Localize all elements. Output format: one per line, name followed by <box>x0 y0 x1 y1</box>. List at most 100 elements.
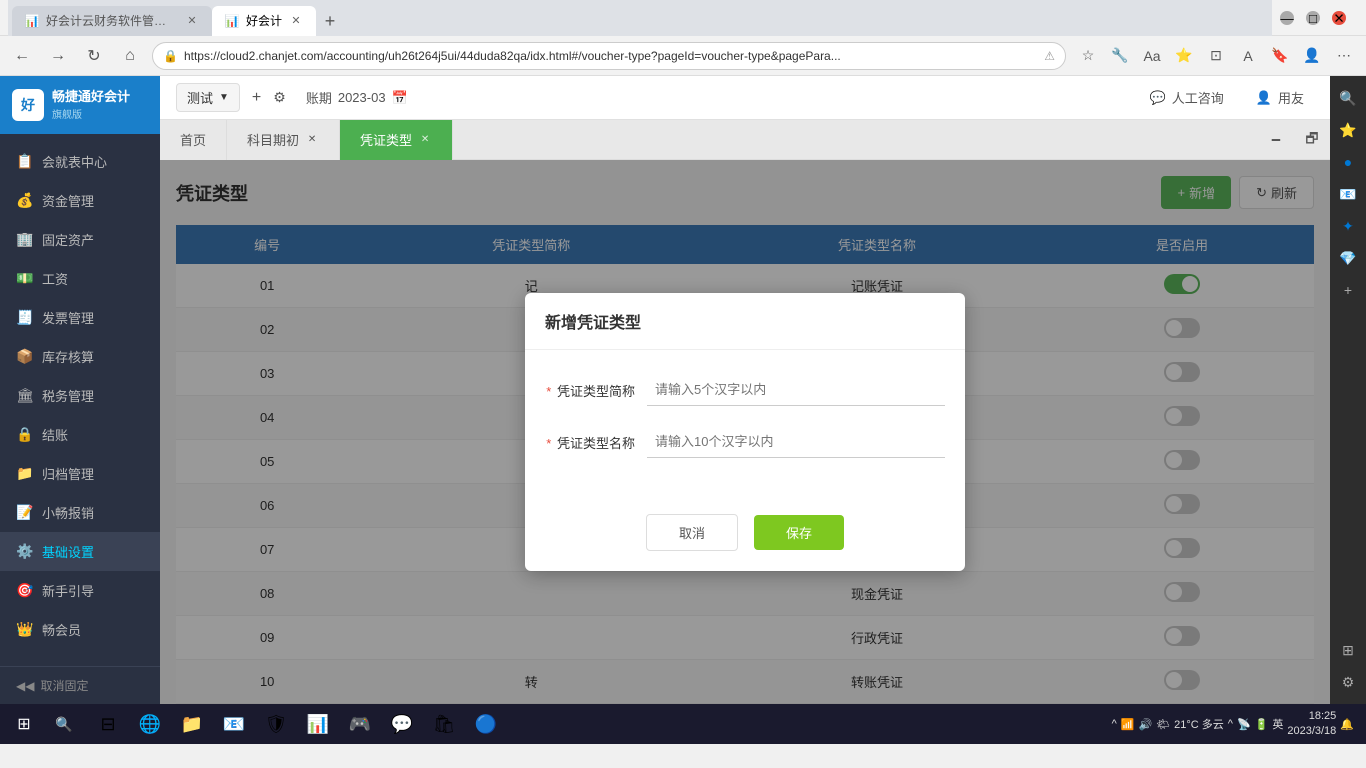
right-add-icon[interactable]: + <box>1334 276 1362 304</box>
taskbar-wechat[interactable]: 💬 <box>382 704 422 744</box>
collections-icon[interactable]: 🔖 <box>1266 42 1294 70</box>
tab-subject[interactable]: 科目期初 ✕ <box>227 120 340 160</box>
back-button[interactable]: ← <box>8 42 36 70</box>
sidebar: 好 畅捷通好会计 旗舰版 📋 会就表中心 💰 资金管理 🏢 固定资产 💵 工资 <box>0 76 160 704</box>
sidebar-item-asset[interactable]: 💰 资金管理 <box>0 181 160 220</box>
taskbar-game[interactable]: 🎮 <box>340 704 380 744</box>
tab-maximize-button[interactable]: 🗗 <box>1294 120 1330 160</box>
tray-network-icon: 📶 <box>1121 718 1135 731</box>
tab-home[interactable]: 首页 <box>160 120 227 160</box>
sidebar-item-salary[interactable]: 💵 工资 <box>0 259 160 298</box>
close-window-button[interactable]: ✕ <box>1332 11 1346 25</box>
sidebar-item-close[interactable]: 🔒 结账 <box>0 415 160 454</box>
right-copilot-icon[interactable]: ✦ <box>1334 212 1362 240</box>
taskbar-explorer[interactable]: 📁 <box>172 704 212 744</box>
dropdown-icon: ▼ <box>219 92 229 103</box>
taskbar-task-view[interactable]: ⊟ <box>88 704 128 744</box>
favorites-icon[interactable]: ☆ <box>1074 42 1102 70</box>
settings-header-icon[interactable]: ⚙ <box>273 89 286 106</box>
taskbar-search[interactable]: 🔍 <box>46 706 82 742</box>
sidebar-item-invoice[interactable]: 🧾 发票管理 <box>0 298 160 337</box>
app-header: 测试 ▼ + ⚙ 账期 2023-03 📅 💬 人工咨询 👤 用友 <box>160 76 1330 120</box>
add-voucher-type-modal: 新增凭证类型 * 凭证类型简称 * 凭证类型名称 <box>525 293 965 571</box>
minimize-button[interactable]: — <box>1280 11 1294 25</box>
tab1-title: 好会计云财务软件管理系统_会计 <box>46 12 178 29</box>
translate-icon[interactable]: A <box>1234 42 1262 70</box>
tab-bar: 📊 好会计云财务软件管理系统_会计 ✕ 📊 好会计 ✕ + <box>8 0 1272 36</box>
taskbar-store[interactable]: 🛍 <box>424 704 464 744</box>
right-gem-icon[interactable]: 💎 <box>1334 244 1362 272</box>
tray-weather-icon: 🌤 <box>1156 718 1170 731</box>
browser-tab-2[interactable]: 📊 好会计 ✕ <box>212 6 316 36</box>
company-selector[interactable]: 测试 ▼ <box>176 83 240 112</box>
taskbar-office[interactable]: 📊 <box>298 704 338 744</box>
browser-tab-1[interactable]: 📊 好会计云财务软件管理系统_会计 ✕ <box>12 6 212 36</box>
right-gear-icon[interactable]: ⚙ <box>1334 668 1362 696</box>
extension3-icon[interactable]: ⭐ <box>1170 42 1198 70</box>
tray-chevron-up[interactable]: ^ <box>1228 718 1233 730</box>
tray-chevron[interactable]: ^ <box>1112 718 1117 730</box>
content-area: 凭证类型 + 新增 ↻ 刷新 <box>160 160 1330 704</box>
sidebar-item-guide[interactable]: 🎯 新手引导 <box>0 571 160 610</box>
sidebar-item-dashboard[interactable]: 📋 会就表中心 <box>0 142 160 181</box>
report-icon: 📝 <box>16 504 34 522</box>
tab-voucher-type-close[interactable]: ✕ <box>418 133 432 147</box>
url-bar[interactable]: 🔒 https://cloud2.chanjet.com/accounting/… <box>152 42 1066 70</box>
tab-subject-label: 科目期初 <box>247 130 299 149</box>
field-short-label: * 凭证类型简称 <box>545 381 635 400</box>
taskbar-chrome[interactable]: 🌐 <box>130 704 170 744</box>
settings-browser-icon[interactable]: ⋯ <box>1330 42 1358 70</box>
inventory-icon: 📦 <box>16 348 34 366</box>
right-search-icon[interactable]: 🔍 <box>1334 84 1362 112</box>
home-button[interactable]: ⌂ <box>116 42 144 70</box>
sidebar-item-fixed[interactable]: 🏢 固定资产 <box>0 220 160 259</box>
maximize-button[interactable]: □ <box>1306 11 1320 25</box>
taskbar-edge[interactable]: 🔵 <box>466 704 506 744</box>
taskbar-defender[interactable]: 🛡 <box>256 704 296 744</box>
notification-icon[interactable]: 🔔 <box>1340 718 1354 731</box>
tab-minimize-button[interactable]: 🗕 <box>1258 120 1294 160</box>
extension1-icon[interactable]: 🔧 <box>1106 42 1134 70</box>
add-company-button[interactable]: + <box>252 89 261 107</box>
field-name-input[interactable] <box>647 426 945 458</box>
field-short-input[interactable] <box>647 374 945 406</box>
sidebar-logo-text: 畅捷通好会计 <box>52 89 130 106</box>
archive-icon: 📁 <box>16 465 34 483</box>
app-wrapper: 好 畅捷通好会计 旗舰版 📋 会就表中心 💰 资金管理 🏢 固定资产 💵 工资 <box>0 76 1366 704</box>
user-profile[interactable]: 👤 用友 <box>1246 84 1314 111</box>
tab-subject-close[interactable]: ✕ <box>305 133 319 147</box>
cancel-button[interactable]: 取消 <box>646 514 738 551</box>
sidebar-item-tax[interactable]: 🏛 税务管理 <box>0 376 160 415</box>
tab1-close[interactable]: ✕ <box>184 13 200 29</box>
taskbar-mail[interactable]: 📧 <box>214 704 254 744</box>
sidebar-item-member[interactable]: 👑 畅会员 <box>0 610 160 649</box>
split-icon[interactable]: ⊡ <box>1202 42 1230 70</box>
taskbar-clock[interactable]: 18:25 2023/3/18 <box>1287 709 1336 740</box>
modal-footer: 取消 保存 <box>525 502 965 571</box>
sidebar-item-report[interactable]: 📝 小畅报销 <box>0 493 160 532</box>
cancel-fixed-button[interactable]: ◀◀ 取消固定 <box>0 666 160 704</box>
sidebar-item-inventory[interactable]: 📦 库存核算 <box>0 337 160 376</box>
right-grid-icon[interactable]: ⊞ <box>1334 636 1362 664</box>
tab2-close[interactable]: ✕ <box>288 13 304 29</box>
dashboard-icon: 📋 <box>16 153 34 171</box>
right-outlook-icon[interactable]: 📧 <box>1334 180 1362 208</box>
main-content: 测试 ▼ + ⚙ 账期 2023-03 📅 💬 人工咨询 👤 用友 <box>160 76 1330 704</box>
sidebar-item-label: 发票管理 <box>42 308 94 327</box>
sidebar-header: 好 畅捷通好会计 旗舰版 <box>0 76 160 134</box>
consult-button[interactable]: 💬 人工咨询 <box>1140 84 1234 111</box>
start-button[interactable]: ⊞ <box>4 704 44 744</box>
extension2-icon[interactable]: Aa <box>1138 42 1166 70</box>
new-tab-button[interactable]: + <box>316 8 344 36</box>
right-star-icon[interactable]: ⭐ <box>1334 116 1362 144</box>
save-button[interactable]: 保存 <box>754 515 844 550</box>
sidebar-logo: 好 <box>12 89 44 121</box>
tab-voucher-type[interactable]: 凭证类型 ✕ <box>340 120 453 160</box>
user-icon[interactable]: 👤 <box>1298 42 1326 70</box>
modal-body: * 凭证类型简称 * 凭证类型名称 <box>525 350 965 502</box>
refresh-button[interactable]: ↻ <box>80 42 108 70</box>
sidebar-item-settings[interactable]: ⚙️ 基础设置 <box>0 532 160 571</box>
right-circle-icon[interactable]: ● <box>1334 148 1362 176</box>
sidebar-item-archive[interactable]: 📁 归档管理 <box>0 454 160 493</box>
forward-button[interactable]: → <box>44 42 72 70</box>
